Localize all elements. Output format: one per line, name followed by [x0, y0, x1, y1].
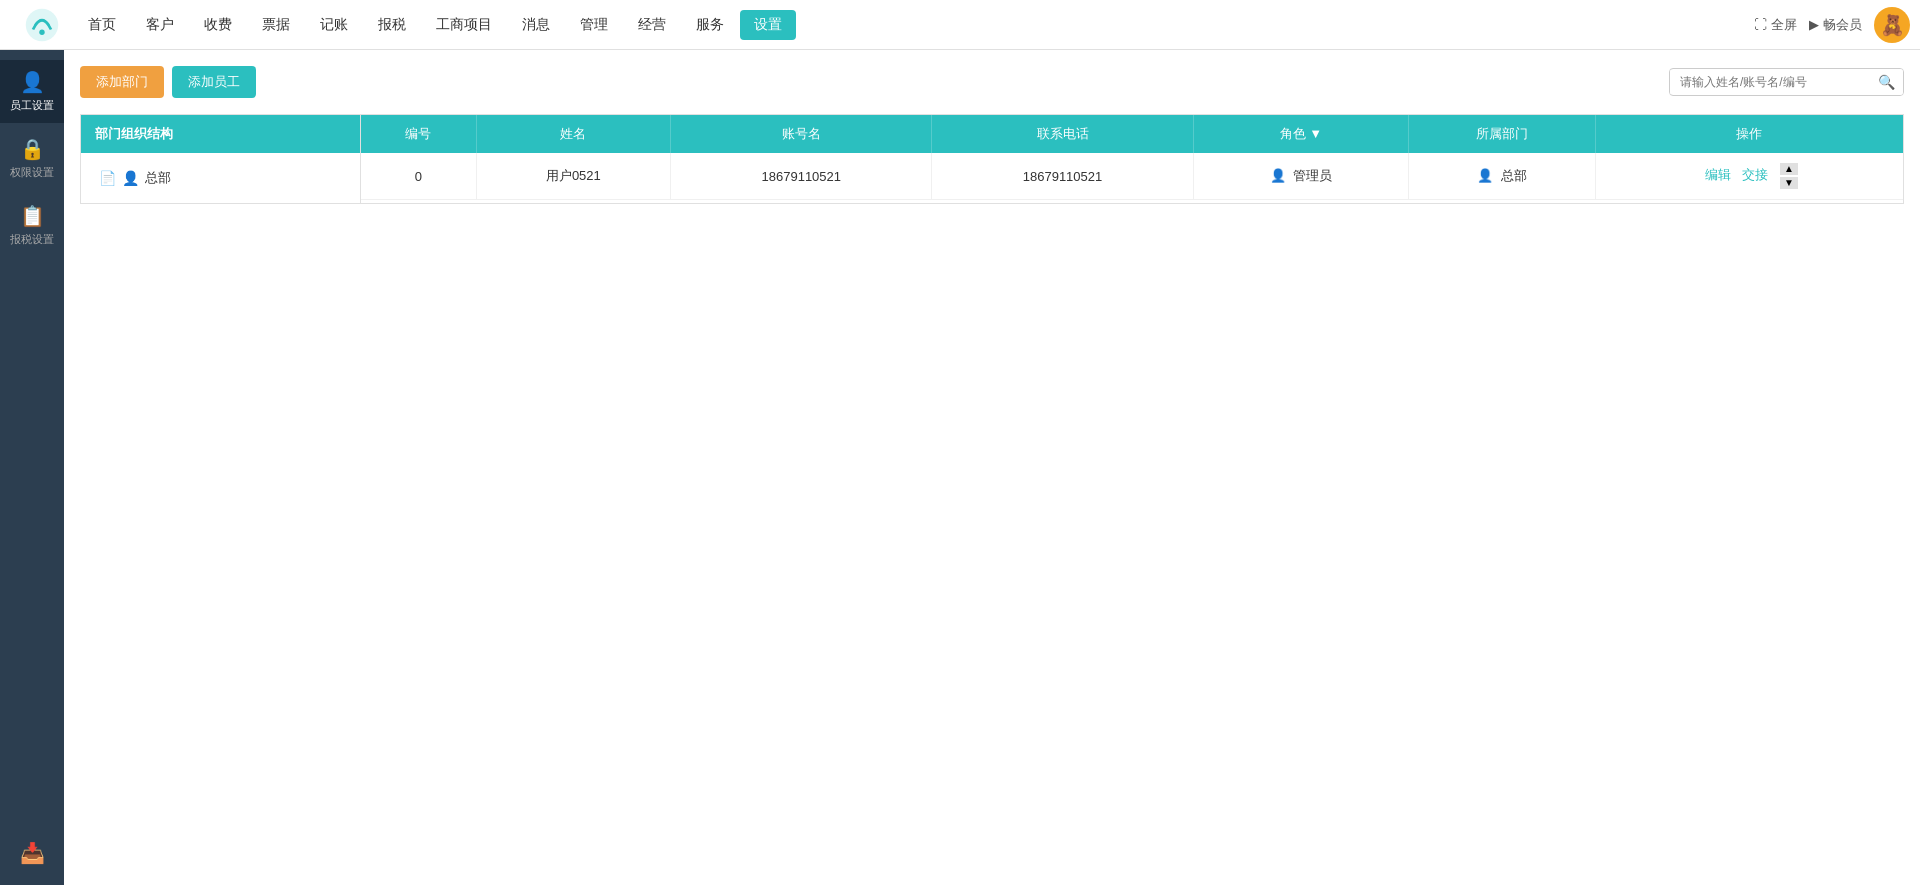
scroll-down-button[interactable]: ▼ [1780, 177, 1798, 189]
top-navigation: 首页 客户 收费 票据 记账 报税 工商项目 消息 管理 经营 服务 设置 ⛶ … [0, 0, 1920, 50]
nav-account[interactable]: 记账 [306, 10, 362, 40]
col-dept: 所属部门 [1409, 115, 1596, 153]
department-panel: 部门组织结构 📄 👤 总部 [81, 115, 361, 203]
download-icon: 📥 [20, 841, 45, 865]
nav-manage[interactable]: 管理 [566, 10, 622, 40]
scroll-up-button[interactable]: ▲ [1780, 163, 1798, 175]
dept-tree: 📄 👤 总部 [81, 153, 360, 203]
cell-account: 18679110521 [671, 153, 932, 200]
nav-business[interactable]: 工商项目 [422, 10, 506, 40]
svg-point-0 [26, 8, 58, 40]
cell-dept: 👤 总部 [1409, 153, 1596, 200]
avatar[interactable]: 🧸 [1874, 7, 1910, 43]
nav-service[interactable]: 服务 [682, 10, 738, 40]
file-icon: 📄 [99, 170, 116, 186]
sidebar-label-employee: 员工设置 [10, 98, 54, 113]
toolbar: 添加部门 添加员工 🔍 [80, 66, 1904, 98]
col-action: 操作 [1595, 115, 1903, 153]
col-phone: 联系电话 [932, 115, 1193, 153]
permission-icon: 🔒 [20, 137, 45, 161]
nav-items: 首页 客户 收费 票据 记账 报税 工商项目 消息 管理 经营 服务 设置 [74, 10, 1754, 40]
sidebar-item-permission[interactable]: 🔒 权限设置 [0, 127, 64, 190]
nav-home[interactable]: 首页 [74, 10, 130, 40]
col-name: 姓名 [476, 115, 671, 153]
sidebar: 👤 员工设置 🔒 权限设置 📋 报税设置 📥 [0, 50, 64, 885]
dept-tree-item-root[interactable]: 📄 👤 总部 [91, 163, 350, 193]
vip-icon: ▶ [1809, 17, 1819, 32]
row-scroll-controls: ▲ ▼ [1780, 163, 1798, 189]
employee-panel: 编号 姓名 账号名 联系电话 角色 ▼ 所属部门 操作 0 用户0521 [361, 115, 1903, 203]
cell-id: 0 [361, 153, 476, 200]
handover-button[interactable]: 交接 [1738, 166, 1772, 184]
role-user-icon: 👤 [1270, 168, 1286, 183]
role-label: 管理员 [1293, 168, 1332, 183]
fullscreen-label: 全屏 [1771, 16, 1797, 34]
fullscreen-button[interactable]: ⛶ 全屏 [1754, 16, 1797, 34]
edit-button[interactable]: 编辑 [1701, 166, 1735, 184]
employee-table: 编号 姓名 账号名 联系电话 角色 ▼ 所属部门 操作 0 用户0521 [361, 115, 1903, 200]
fullscreen-icon: ⛶ [1754, 17, 1767, 32]
cell-role: 👤 管理员 [1193, 153, 1408, 200]
sidebar-item-tax-settings[interactable]: 📋 报税设置 [0, 194, 64, 257]
col-account: 账号名 [671, 115, 932, 153]
table-row: 0 用户0521 18679110521 18679110521 👤 管理员 👤… [361, 153, 1903, 200]
logo[interactable] [10, 7, 74, 43]
nav-right: ⛶ 全屏 ▶ 畅会员 🧸 [1754, 7, 1910, 43]
sidebar-item-employee[interactable]: 👤 员工设置 [0, 60, 64, 123]
cell-actions: 编辑 交接 ▲ ▼ [1595, 153, 1903, 200]
tax-settings-icon: 📋 [20, 204, 45, 228]
content-area: 部门组织结构 📄 👤 总部 编号 姓名 账号名 [80, 114, 1904, 204]
main-layout: 👤 员工设置 🔒 权限设置 📋 报税设置 📥 添加部门 添加员工 🔍 [0, 50, 1920, 885]
nav-customer[interactable]: 客户 [132, 10, 188, 40]
svg-point-1 [39, 29, 44, 34]
vip-label: 畅会员 [1823, 16, 1862, 34]
search-box: 🔍 [1669, 68, 1904, 96]
dept-user-icon-row: 👤 [1477, 168, 1493, 183]
cell-phone: 18679110521 [932, 153, 1193, 200]
dept-panel-header: 部门组织结构 [81, 115, 360, 153]
dept-label: 总部 [1501, 168, 1527, 183]
search-input[interactable] [1670, 70, 1870, 94]
add-employee-button[interactable]: 添加员工 [172, 66, 256, 98]
nav-bill[interactable]: 票据 [248, 10, 304, 40]
dept-user-icon: 👤 [122, 170, 139, 186]
employee-icon: 👤 [20, 70, 45, 94]
col-role[interactable]: 角色 ▼ [1193, 115, 1408, 153]
col-id: 编号 [361, 115, 476, 153]
table-header-row: 编号 姓名 账号名 联系电话 角色 ▼ 所属部门 操作 [361, 115, 1903, 153]
add-department-button[interactable]: 添加部门 [80, 66, 164, 98]
sidebar-label-permission: 权限设置 [10, 165, 54, 180]
cell-name: 用户0521 [476, 153, 671, 200]
search-button[interactable]: 🔍 [1870, 69, 1903, 95]
vip-button[interactable]: ▶ 畅会员 [1809, 16, 1862, 34]
nav-operation[interactable]: 经营 [624, 10, 680, 40]
main-content: 添加部门 添加员工 🔍 部门组织结构 📄 👤 总部 [64, 50, 1920, 885]
sidebar-label-tax-settings: 报税设置 [10, 232, 54, 247]
dept-name-root: 总部 [145, 169, 171, 187]
nav-tax[interactable]: 报税 [364, 10, 420, 40]
nav-message[interactable]: 消息 [508, 10, 564, 40]
sidebar-item-download[interactable]: 📥 [0, 831, 64, 875]
nav-settings[interactable]: 设置 [740, 10, 796, 40]
nav-fee[interactable]: 收费 [190, 10, 246, 40]
